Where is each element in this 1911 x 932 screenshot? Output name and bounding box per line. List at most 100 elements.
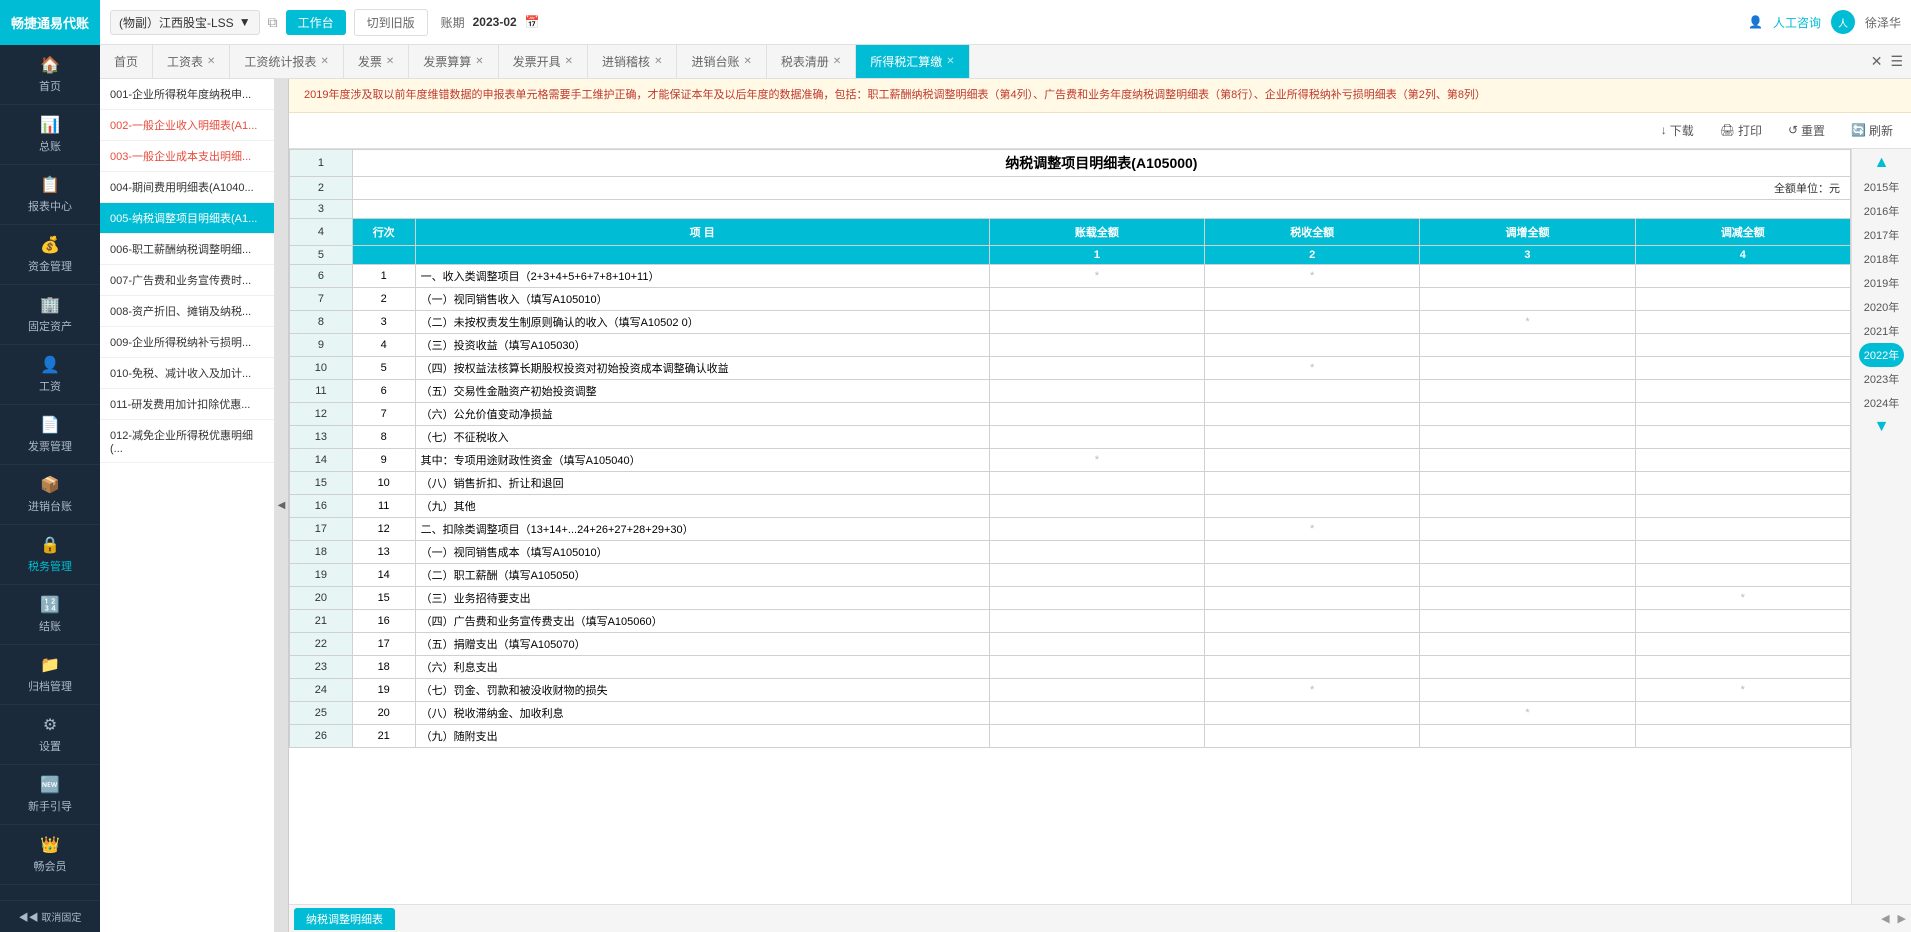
scroll-right-icon[interactable]: ▶ <box>1898 912 1906 925</box>
print-button[interactable]: 🖨 打印 <box>1712 119 1770 142</box>
item-cell[interactable]: （三）投资收益（填写A105030） <box>415 333 989 356</box>
value-cell-2[interactable] <box>1205 402 1420 425</box>
tab-close-icon[interactable]: ✕ <box>475 56 483 67</box>
value-cell-1[interactable] <box>989 310 1204 333</box>
tab-close-icon[interactable]: ✕ <box>654 56 662 67</box>
value-cell-4[interactable] <box>1635 563 1850 586</box>
value-cell-4[interactable] <box>1635 310 1850 333</box>
sidebar-item-stock[interactable]: 📦 进销台账 <box>0 465 100 525</box>
form-item-010[interactable]: 010-免税、减计收入及加计... <box>100 358 274 389</box>
item-cell[interactable]: （九）其他 <box>415 494 989 517</box>
item-cell[interactable]: （七）罚金、罚款和被没收财物的损失 <box>415 678 989 701</box>
year-down-button[interactable]: ▼ <box>1874 418 1890 436</box>
download-button[interactable]: ↓ 下载 <box>1653 119 1702 142</box>
value-cell-1[interactable] <box>989 609 1204 632</box>
tab-close-icon[interactable]: ✕ <box>833 56 841 67</box>
value-cell-2[interactable] <box>1205 701 1420 724</box>
value-cell-1[interactable] <box>989 724 1204 747</box>
value-cell-2[interactable] <box>1205 494 1420 517</box>
item-cell[interactable]: （一）视同销售成本（填写A105010） <box>415 540 989 563</box>
item-cell[interactable]: （一）视同销售收入（填写A105010） <box>415 287 989 310</box>
value-cell-2[interactable] <box>1205 333 1420 356</box>
value-cell-3[interactable] <box>1420 724 1635 747</box>
sidebar-item-vip[interactable]: 👑 畅会员 <box>0 825 100 885</box>
value-cell-4[interactable]: * <box>1635 678 1850 701</box>
value-cell-3[interactable] <box>1420 402 1635 425</box>
item-cell[interactable]: （四）按权益法核算长期股权投资对初始投资成本调整确认收益 <box>415 356 989 379</box>
value-cell-3[interactable] <box>1420 586 1635 609</box>
value-cell-3[interactable]: * <box>1420 701 1635 724</box>
company-selector[interactable]: (物副）江西股宝-LSS ▼ <box>110 10 260 35</box>
value-cell-4[interactable] <box>1635 609 1850 632</box>
value-cell-2[interactable] <box>1205 563 1420 586</box>
value-cell-4[interactable]: * <box>1635 586 1850 609</box>
value-cell-4[interactable] <box>1635 517 1850 540</box>
value-cell-2[interactable]: * <box>1205 264 1420 287</box>
form-item-001[interactable]: 001-企业所得税年度纳税申... <box>100 79 274 110</box>
year-item[interactable]: 2020年 <box>1859 295 1904 319</box>
value-cell-4[interactable] <box>1635 724 1850 747</box>
user-service-label[interactable]: 人工咨询 <box>1773 14 1821 31</box>
form-item-002[interactable]: 002-一般企业收入明细表(A1... <box>100 110 274 141</box>
year-item[interactable]: 2019年 <box>1859 271 1904 295</box>
sidebar-item-funds[interactable]: 💰 资金管理 <box>0 225 100 285</box>
tab-invoice-calc[interactable]: 发票算算 ✕ <box>409 45 498 78</box>
value-cell-2[interactable] <box>1205 655 1420 678</box>
value-cell-1[interactable] <box>989 356 1204 379</box>
sidebar-item-ledger[interactable]: 📊 总账 <box>0 105 100 165</box>
value-cell-3[interactable] <box>1420 356 1635 379</box>
value-cell-3[interactable] <box>1420 333 1635 356</box>
value-cell-1[interactable] <box>989 586 1204 609</box>
form-item-011[interactable]: 011-研发费用加计扣除优惠... <box>100 389 274 420</box>
tab-close-icon[interactable]: ✕ <box>207 56 215 67</box>
value-cell-4[interactable] <box>1635 540 1850 563</box>
value-cell-3[interactable] <box>1420 494 1635 517</box>
sidebar-item-fixed-assets[interactable]: 🏢 固定资产 <box>0 285 100 345</box>
value-cell-3[interactable] <box>1420 655 1635 678</box>
sidebar-item-invoice[interactable]: 📄 发票管理 <box>0 405 100 465</box>
sidebar-item-reports[interactable]: 📋 报表中心 <box>0 165 100 225</box>
user-name[interactable]: 徐泽华 <box>1865 14 1901 31</box>
tab-check[interactable]: 进销稽核 ✕ <box>588 45 677 78</box>
value-cell-2[interactable] <box>1205 448 1420 471</box>
workbench-button[interactable]: 工作台 <box>286 10 346 35</box>
value-cell-1[interactable]: * <box>989 264 1204 287</box>
value-cell-2[interactable]: * <box>1205 678 1420 701</box>
form-item-004[interactable]: 004-期间费用明细表(A1040... <box>100 172 274 203</box>
value-cell-1[interactable] <box>989 379 1204 402</box>
value-cell-2[interactable] <box>1205 379 1420 402</box>
copy-icon[interactable]: ⧉ <box>268 14 278 31</box>
sidebar-collapse-btn[interactable]: ◀◀ 取消固定 <box>0 900 100 932</box>
value-cell-1[interactable] <box>989 333 1204 356</box>
item-cell[interactable]: （六）利息支出 <box>415 655 989 678</box>
value-cell-4[interactable] <box>1635 402 1850 425</box>
tab-payroll-report[interactable]: 工资统计报表 ✕ <box>230 45 343 78</box>
year-item[interactable]: 2016年 <box>1859 199 1904 223</box>
value-cell-1[interactable]: * <box>989 448 1204 471</box>
value-cell-3[interactable] <box>1420 425 1635 448</box>
value-cell-4[interactable] <box>1635 701 1850 724</box>
value-cell-3[interactable] <box>1420 471 1635 494</box>
form-item-012[interactable]: 012-减免企业所得税优惠明细(... <box>100 420 274 463</box>
form-item-007[interactable]: 007-广告费和业务宣传费时... <box>100 265 274 296</box>
value-cell-1[interactable] <box>989 678 1204 701</box>
value-cell-1[interactable] <box>989 701 1204 724</box>
value-cell-3[interactable] <box>1420 563 1635 586</box>
value-cell-4[interactable] <box>1635 471 1850 494</box>
value-cell-3[interactable] <box>1420 448 1635 471</box>
item-cell[interactable]: （六）公允价值变动净损益 <box>415 402 989 425</box>
sidebar-item-tax[interactable]: 🔒 税务管理 <box>0 525 100 585</box>
value-cell-3[interactable]: * <box>1420 310 1635 333</box>
value-cell-3[interactable] <box>1420 609 1635 632</box>
form-item-008[interactable]: 008-资产折旧、摊销及纳税... <box>100 296 274 327</box>
value-cell-4[interactable] <box>1635 356 1850 379</box>
value-cell-3[interactable] <box>1420 678 1635 701</box>
item-cell[interactable]: （二）职工薪酬（填写A105050） <box>415 563 989 586</box>
sidebar-item-settings[interactable]: ⚙ 设置 <box>0 705 100 765</box>
value-cell-4[interactable] <box>1635 333 1850 356</box>
year-item[interactable]: 2017年 <box>1859 223 1904 247</box>
form-item-009[interactable]: 009-企业所得税纳补亏损明... <box>100 327 274 358</box>
value-cell-2[interactable] <box>1205 471 1420 494</box>
item-cell[interactable]: （二）未按权责发生制原则确认的收入（填写A10502 0） <box>415 310 989 333</box>
tab-purchase-ledger[interactable]: 进销台账 ✕ <box>677 45 766 78</box>
